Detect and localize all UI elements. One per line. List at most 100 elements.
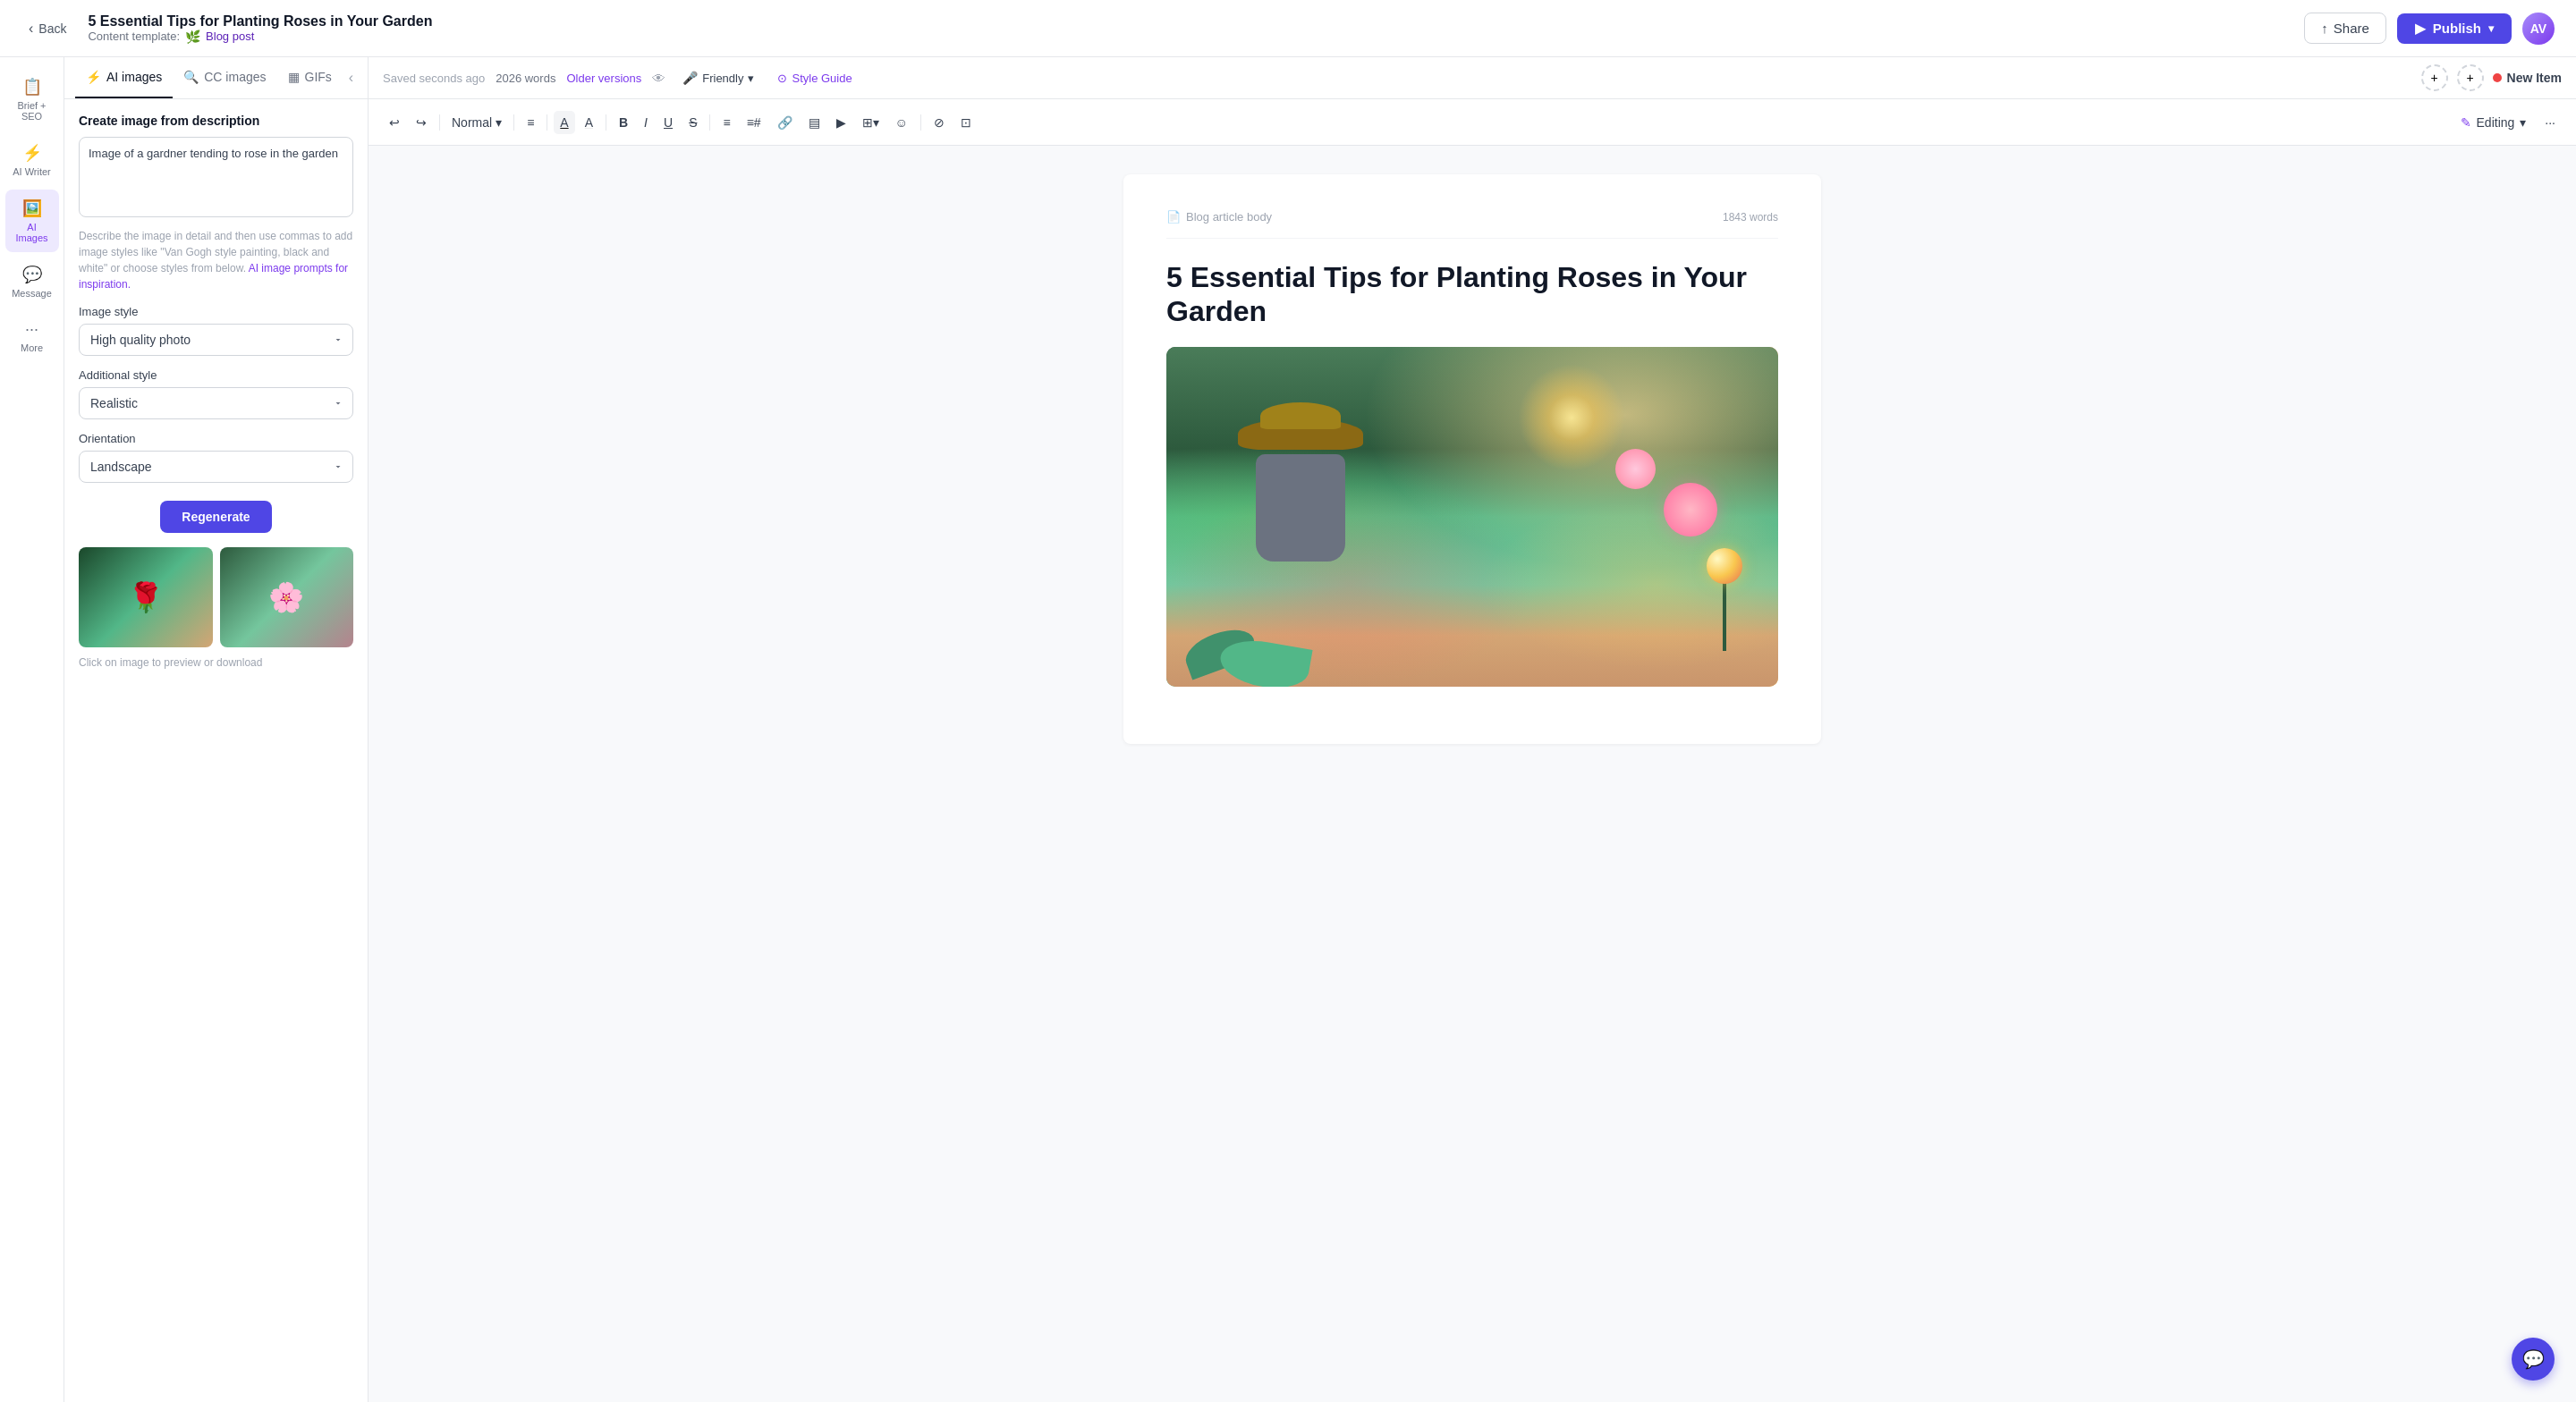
additional-style-select[interactable]: Realistic Abstract Vintage Modern: [79, 387, 353, 419]
format-label: Normal: [452, 115, 492, 130]
tab-ai-images[interactable]: ⚡ AI images: [75, 57, 173, 98]
sidebar-item-more[interactable]: ··· More: [5, 311, 59, 362]
thumbnail-1[interactable]: 🌹: [79, 547, 213, 647]
chat-icon: 💬: [2522, 1348, 2545, 1370]
publish-icon: ▶: [2415, 21, 2426, 37]
italic-button[interactable]: I: [638, 111, 654, 134]
gardener-hat: [1238, 418, 1363, 450]
doc-words-count: 1843 words: [1723, 211, 1778, 224]
older-versions-link[interactable]: Older versions: [566, 72, 641, 85]
ai-images-tab-icon: ⚡: [86, 70, 101, 84]
rose-petals: [1707, 548, 1742, 584]
orientation-label: Orientation: [79, 432, 353, 445]
regenerate-button[interactable]: Regenerate: [160, 501, 271, 533]
create-image-title: Create image from description: [79, 114, 353, 128]
subtitle: Content template: 🌿 Blog post: [88, 30, 432, 44]
chat-bubble-button[interactable]: 💬: [2512, 1338, 2555, 1381]
sidebar-item-brief-seo[interactable]: 📋 Brief + SEO: [5, 68, 59, 131]
style-guide-button[interactable]: ⊙ Style Guide: [771, 69, 858, 88]
eye-icon[interactable]: 👁: [652, 71, 665, 86]
sidebar-item-ai-images[interactable]: 🖼️ AI Images: [5, 190, 59, 252]
top-bar-left: ‹ Back 5 Essential Tips for Planting Ros…: [21, 13, 432, 44]
garden-image-inner: [1166, 347, 1778, 687]
image-style-select[interactable]: High quality photo Illustration Painting…: [79, 324, 353, 356]
redo-button[interactable]: ↪: [410, 111, 433, 134]
brief-seo-icon: 📋: [22, 77, 42, 97]
more-toolbar-button[interactable]: ···: [2538, 111, 2562, 134]
sidebar-item-ai-writer[interactable]: ⚡ AI Writer: [5, 134, 59, 186]
avatar[interactable]: AV: [2522, 13, 2555, 45]
gardener-body: [1256, 454, 1345, 562]
editing-mode-button[interactable]: ✎ Editing ▾: [2452, 111, 2536, 134]
link-button[interactable]: 🔗: [771, 111, 799, 134]
garden-image: [1166, 347, 1778, 687]
back-button[interactable]: ‹ Back: [21, 17, 73, 40]
toolbar-separator-6: [920, 114, 921, 131]
image-button[interactable]: ▤: [802, 111, 826, 134]
doc-status: Saved seconds ago 2026 words Older versi…: [383, 68, 859, 88]
sidebar-label-brief-seo: Brief + SEO: [13, 100, 52, 122]
mic-icon: 🎤: [682, 71, 698, 85]
pink-rose-background: [1664, 483, 1717, 536]
tab-gifs[interactable]: ▦ GIFs: [277, 57, 343, 98]
bullet-list-button[interactable]: ≡: [716, 111, 736, 134]
highlight-button[interactable]: A: [579, 111, 599, 134]
table-button[interactable]: ⊞▾: [856, 111, 886, 134]
image-description-textarea[interactable]: Image of a gardner tending to rose in th…: [79, 137, 353, 217]
top-bar: ‹ Back 5 Essential Tips for Planting Ros…: [0, 0, 2576, 57]
orientation-select[interactable]: Landscape Portrait Square: [79, 451, 353, 483]
align-button[interactable]: ≡: [521, 111, 540, 134]
pink-rose-background-2: [1615, 449, 1656, 489]
copy-button[interactable]: ⊡: [954, 111, 978, 134]
play-button[interactable]: ▶: [830, 111, 852, 134]
emoji-button[interactable]: ☺: [889, 111, 914, 134]
style-guide-circle-icon: ⊙: [777, 72, 787, 85]
thumbnail-2[interactable]: 🌸: [220, 547, 354, 647]
invite-user-2-button[interactable]: +: [2457, 64, 2484, 91]
style-guide-label: Style Guide: [792, 72, 852, 85]
back-icon: ‹: [29, 21, 33, 37]
bold-button[interactable]: B: [613, 111, 634, 134]
sidebar-item-message[interactable]: 💬 Message: [5, 256, 59, 308]
doc-label: 📄 Blog article body 1843 words: [1166, 210, 1778, 239]
pencil-icon: ✎: [2461, 115, 2471, 130]
blog-post-link[interactable]: Blog post: [206, 30, 254, 43]
editing-chevron-icon: ▾: [2520, 115, 2526, 130]
sun-glow: [1518, 364, 1625, 471]
strikethrough-button[interactable]: S: [682, 111, 703, 134]
tab-cc-images[interactable]: 🔍 CC images: [173, 57, 276, 98]
orientation-group: Orientation Landscape Portrait Square: [79, 432, 353, 483]
undo-button[interactable]: ↩: [383, 111, 406, 134]
underline-button[interactable]: U: [657, 111, 679, 134]
editor-toolbar: ↩ ↪ Normal ▾ ≡ A A B I U S ≡ ≡# 🔗 ▤ ▶ ⊞▾…: [369, 99, 2576, 146]
friendly-label: Friendly: [702, 72, 743, 85]
page-title: 5 Essential Tips for Planting Roses in Y…: [88, 13, 432, 30]
editor-content[interactable]: 📄 Blog article body 1843 words 5 Essenti…: [369, 146, 2576, 1402]
new-item-label: New Item: [2507, 71, 2562, 85]
toolbar-separator-5: [709, 114, 710, 131]
friendly-button[interactable]: 🎤 Friendly ▾: [676, 68, 760, 88]
description-hint: Describe the image in detail and then us…: [79, 228, 353, 292]
ai-prompts-link[interactable]: AI image prompts for inspiration.: [79, 262, 348, 291]
invite-user-1-button[interactable]: +: [2421, 64, 2448, 91]
additional-style-group: Additional style Realistic Abstract Vint…: [79, 368, 353, 419]
publish-label: Publish: [2433, 21, 2481, 36]
cc-images-tab-icon: 🔍: [183, 70, 199, 84]
editing-label: Editing: [2477, 115, 2515, 130]
icon-sidebar: 📋 Brief + SEO ⚡ AI Writer 🖼️ AI Images 💬…: [0, 57, 64, 1402]
saved-label: Saved seconds ago: [383, 72, 485, 85]
top-bar-right: ↑ Share ▶ Publish ▾ AV: [2304, 13, 2555, 45]
sidebar-label-ai-writer: AI Writer: [13, 166, 51, 177]
new-item-badge: New Item: [2493, 71, 2562, 85]
tab-ai-images-label: AI images: [106, 70, 162, 84]
format-dropdown[interactable]: Normal ▾: [446, 112, 507, 133]
publish-button[interactable]: ▶ Publish ▾: [2397, 13, 2512, 44]
panel-collapse-button[interactable]: ‹: [345, 66, 357, 89]
doc-title: 5 Essential Tips for Planting Roses in Y…: [1166, 260, 1778, 329]
share-button[interactable]: ↑ Share: [2304, 13, 2386, 44]
sidebar-label-message: Message: [12, 288, 52, 299]
gifs-tab-icon: ▦: [288, 70, 300, 84]
numbered-list-button[interactable]: ≡#: [741, 111, 767, 134]
cut-button[interactable]: ⊘: [928, 111, 951, 134]
text-color-button[interactable]: A: [554, 111, 574, 134]
